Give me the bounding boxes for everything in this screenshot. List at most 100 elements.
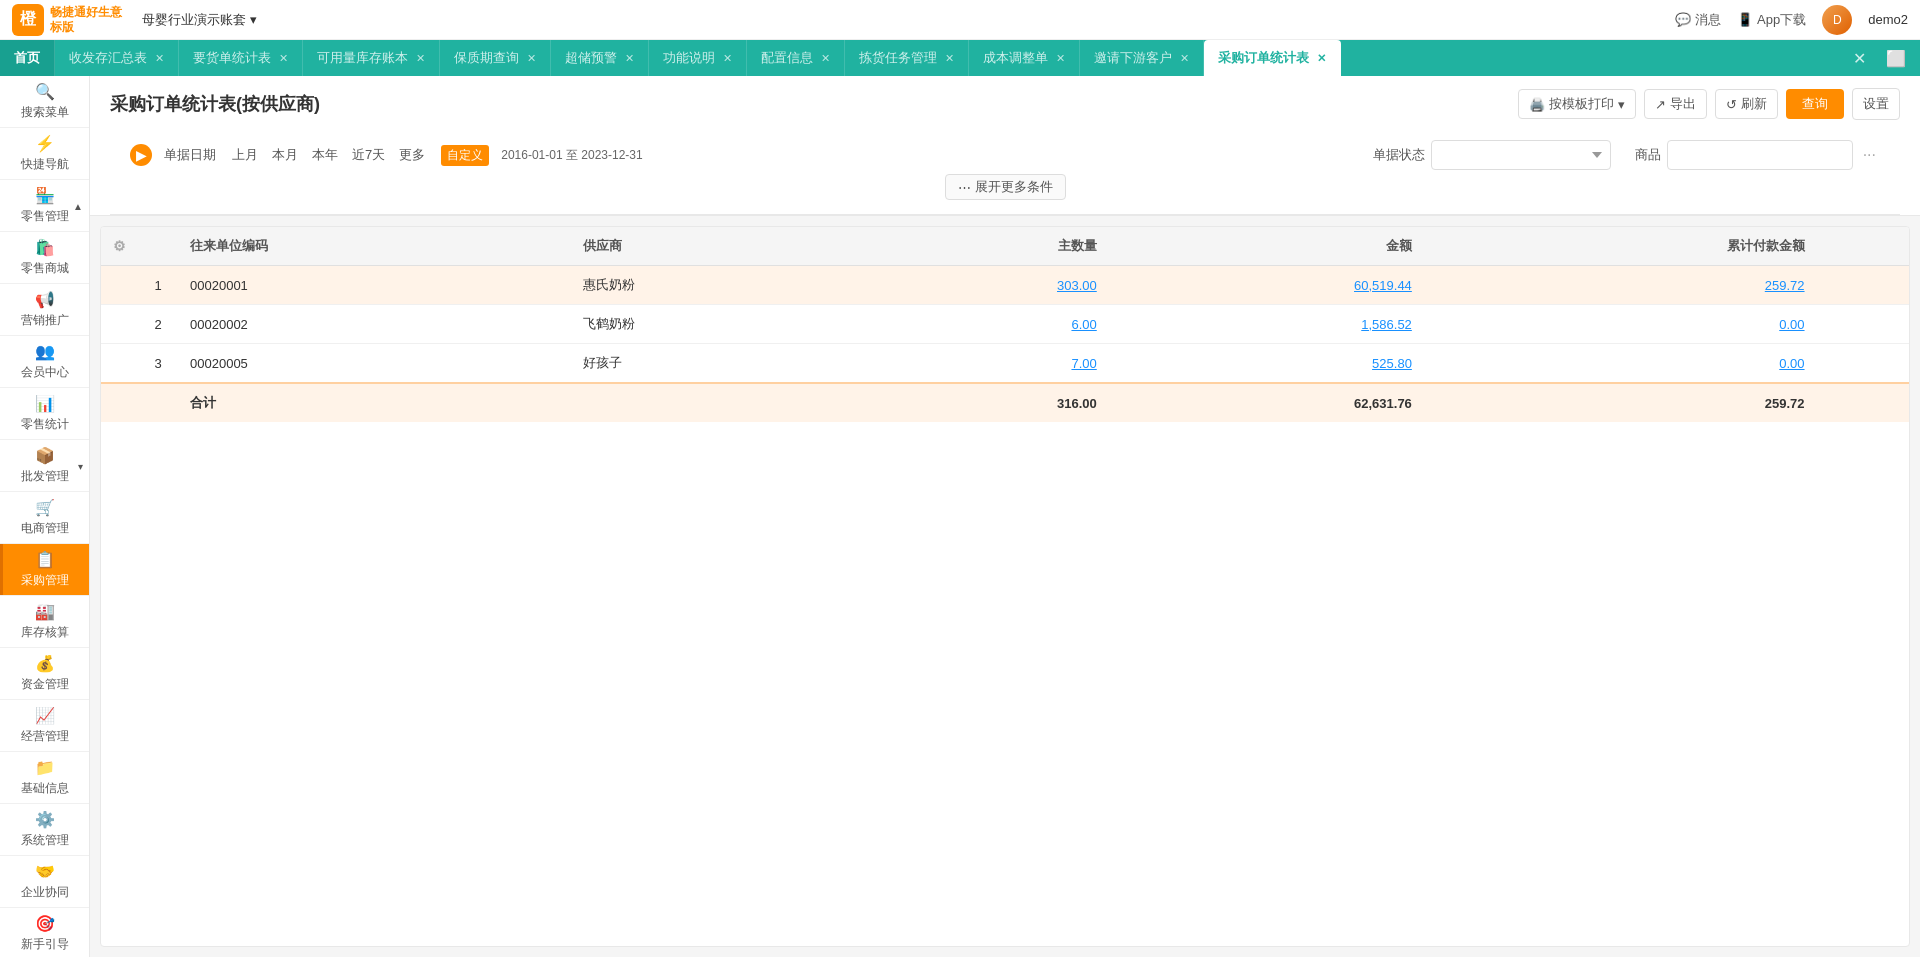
refresh-button[interactable]: ↺ 刷新 [1715,89,1778,119]
shortcut-this-year[interactable]: 本年 [308,144,342,166]
goods-filter-label: 商品 [1635,146,1661,164]
date-filter-label: 单据日期 [164,146,216,164]
template-print-button[interactable]: 🖨️ 按模板打印 ▾ [1518,89,1636,119]
sidebar-item-shortcuts-label: 快捷导航 [21,156,69,173]
tab-func-desc[interactable]: 功能说明 ✕ [649,40,747,76]
status-filter-select[interactable] [1431,140,1611,170]
row3-paid: 0.00 [1424,344,1817,384]
tab-func-desc-close[interactable]: ✕ [723,52,732,65]
top-bar-right: 💬 消息 📱 App下载 D demo2 [1675,5,1908,35]
query-button[interactable]: 查询 [1786,89,1844,119]
sidebar-item-search[interactable]: 🔍 搜索菜单 [0,76,89,128]
sidebar-item-finance-mgmt[interactable]: 💰 资金管理 [0,648,89,700]
shortcut-this-month[interactable]: 本月 [268,144,302,166]
tab-cost-adjust-close[interactable]: ✕ [1056,52,1065,65]
row3-extra [1817,344,1909,384]
tab-pick-task-close[interactable]: ✕ [945,52,954,65]
status-filter-label: 单据状态 [1373,146,1425,164]
sidebar-item-marketing[interactable]: 📢 营销推广 [0,284,89,336]
row3-quantity-link[interactable]: 7.00 [1071,356,1096,371]
col-quantity-header: 主数量 [863,227,1108,266]
sidebar-item-new-guide[interactable]: 🎯 新手引导 [0,908,89,957]
tab-purchase-order-stat-close[interactable]: ✕ [1317,52,1326,65]
tab-maximize-btn[interactable]: ⬜ [1880,47,1912,70]
tab-close-window-btn[interactable]: ✕ [1847,47,1872,70]
row3-amount-link[interactable]: 525.80 [1372,356,1412,371]
sidebar-item-basic-info-label: 基础信息 [21,780,69,797]
row1-quantity-link[interactable]: 303.00 [1057,278,1097,293]
sidebar-item-enterprise-collab[interactable]: 🤝 企业协同 [0,856,89,908]
goods-filter-input[interactable] [1667,140,1853,170]
workspace-selector[interactable]: 母婴行业演示账套 ▾ [142,11,257,29]
logo-icon: 橙 [12,4,44,36]
row2-amount-link[interactable]: 1,586.52 [1361,317,1412,332]
row3-index: 3 [138,344,178,384]
row2-paid-link[interactable]: 0.00 [1779,317,1804,332]
col-supplier-header: 供应商 [571,227,864,266]
sidebar-item-system-mgmt[interactable]: ⚙️ 系统管理 [0,804,89,856]
tab-invite-downstream[interactable]: 邀请下游客户 ✕ [1080,40,1204,76]
sidebar: 🔍 搜索菜单 ⚡ 快捷导航 🏪 零售管理 ▲ 🛍️ 零售商城 📢 营销推广 👥 … [0,76,90,957]
row2-paid: 0.00 [1424,305,1817,344]
date-range-display: 2016-01-01 至 2023-12-31 [501,147,642,164]
row1-code: 00020001 [178,266,571,305]
tab-purchase-order-stat[interactable]: 采购订单统计表 ✕ [1204,40,1341,76]
shortcut-more[interactable]: 更多 [395,144,429,166]
shortcut-last-7-days[interactable]: 近7天 [348,144,389,166]
sidebar-item-retail-stats[interactable]: 📊 零售统计 [0,388,89,440]
shortcut-last-month[interactable]: 上月 [228,144,262,166]
retail-stats-icon: 📊 [35,394,55,413]
tab-invite-downstream-close[interactable]: ✕ [1180,52,1189,65]
tab-pick-task[interactable]: 拣货任务管理 ✕ [845,40,969,76]
app-download-btn[interactable]: 📱 App下载 [1737,11,1806,29]
tab-receive-send-close[interactable]: ✕ [155,52,164,65]
user-avatar[interactable]: D [1822,5,1852,35]
row1-paid-link[interactable]: 259.72 [1765,278,1805,293]
sidebar-item-inventory-check[interactable]: 🏭 库存核算 [0,596,89,648]
table-footer-row: 合计 316.00 62,631.76 259.72 [101,383,1909,422]
gear-settings-icon[interactable]: ⚙ [113,238,126,254]
shortcuts-icon: ⚡ [35,134,55,153]
row3-paid-link[interactable]: 0.00 [1779,356,1804,371]
sidebar-item-ecommerce-mgmt[interactable]: 🛒 电商管理 [0,492,89,544]
sidebar-item-operations-mgmt[interactable]: 📈 经营管理 [0,700,89,752]
row2-quantity-link[interactable]: 6.00 [1071,317,1096,332]
system-mgmt-icon: ⚙️ [35,810,55,829]
tab-cost-adjust[interactable]: 成本调整单 ✕ [969,40,1080,76]
sidebar-item-member-center[interactable]: 👥 会员中心 [0,336,89,388]
sidebar-item-shortcuts[interactable]: ⚡ 快捷导航 [0,128,89,180]
tab-shelf-life[interactable]: 保质期查询 ✕ [440,40,551,76]
tab-available-stock[interactable]: 可用量库存账本 ✕ [303,40,440,76]
tab-receive-send[interactable]: 收发存汇总表 ✕ [55,40,179,76]
row1-amount-link[interactable]: 60,519.44 [1354,278,1412,293]
tab-pick-task-label: 拣货任务管理 [859,49,937,67]
sidebar-item-retail-mgmt[interactable]: 🏪 零售管理 ▲ [0,180,89,232]
tab-config-info-close[interactable]: ✕ [821,52,830,65]
main-layout: 🔍 搜索菜单 ⚡ 快捷导航 🏪 零售管理 ▲ 🛍️ 零售商城 📢 营销推广 👥 … [0,76,1920,957]
user-name[interactable]: demo2 [1868,12,1908,27]
sidebar-item-basic-info[interactable]: 📁 基础信息 [0,752,89,804]
settings-button[interactable]: 设置 [1852,88,1900,120]
col-paid-header: 累计付款金额 [1424,227,1817,266]
operations-mgmt-icon: 📈 [35,706,55,725]
tab-config-info[interactable]: 配置信息 ✕ [747,40,845,76]
tab-overstock-warning[interactable]: 超储预警 ✕ [551,40,649,76]
expand-conditions-btn[interactable]: ⋯ 展开更多条件 [945,174,1066,200]
tab-requisition-stat[interactable]: 要货单统计表 ✕ [179,40,303,76]
export-button[interactable]: ↗ 导出 [1644,89,1707,119]
sidebar-item-wholesale-mgmt[interactable]: 📦 批发管理 ▾ [0,440,89,492]
row3-code: 00020005 [178,344,571,384]
filter-collapse-btn[interactable]: ▶ [130,144,152,166]
tab-home[interactable]: 首页 [0,40,55,76]
sidebar-item-purchase-mgmt[interactable]: 📋 采购管理 [0,544,89,596]
tab-overstock-warning-close[interactable]: ✕ [625,52,634,65]
sidebar-item-system-mgmt-label: 系统管理 [21,832,69,849]
goods-filter-more-icon[interactable]: ··· [1859,146,1880,164]
tab-shelf-life-close[interactable]: ✕ [527,52,536,65]
row2-amount: 1,586.52 [1109,305,1424,344]
tab-requisition-stat-close[interactable]: ✕ [279,52,288,65]
custom-date-tag: 自定义 [441,145,489,166]
message-btn[interactable]: 💬 消息 [1675,11,1721,29]
sidebar-item-retail-mall[interactable]: 🛍️ 零售商城 [0,232,89,284]
tab-available-stock-close[interactable]: ✕ [416,52,425,65]
